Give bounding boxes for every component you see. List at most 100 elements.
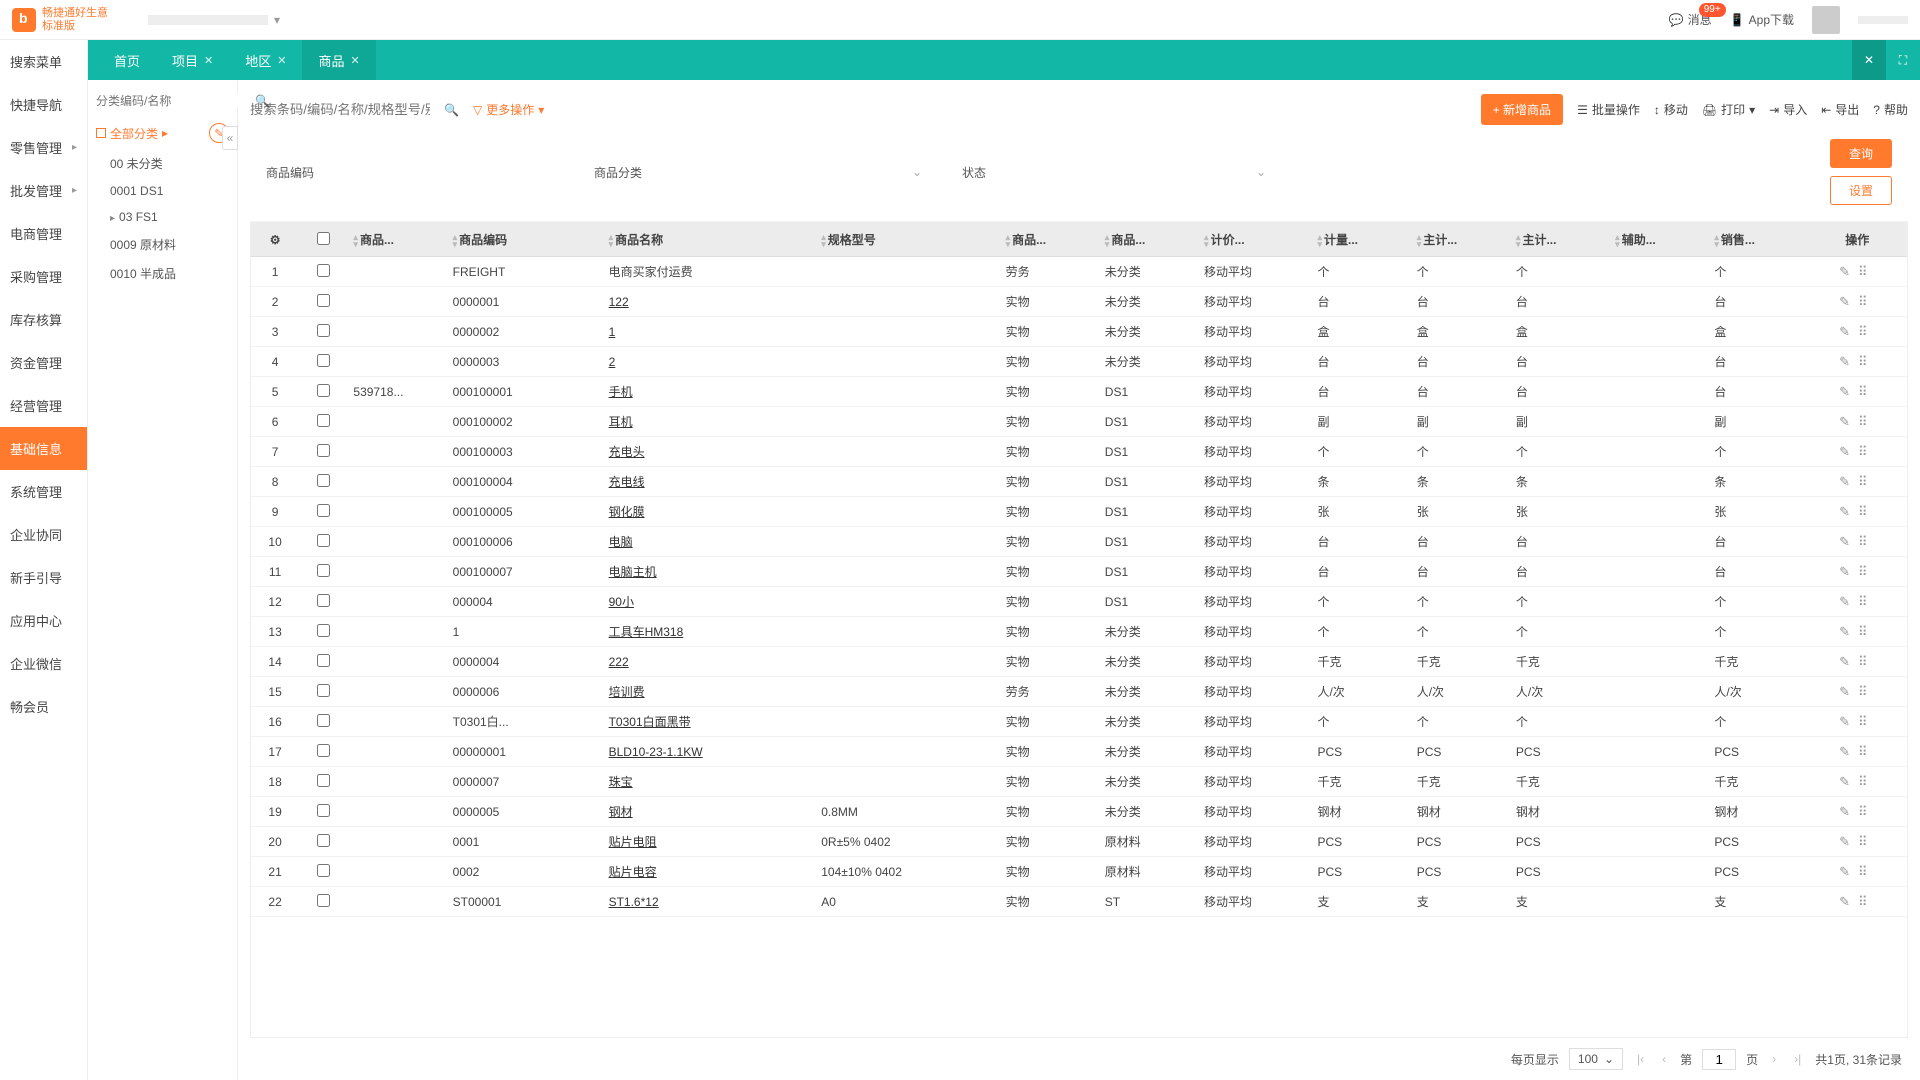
sidebar-item[interactable]: 企业微信 — [0, 642, 87, 685]
row-checkbox[interactable] — [317, 714, 330, 727]
sidebar-item[interactable]: 畅会员 — [0, 685, 87, 728]
filter-status-select[interactable]: ⌄ — [1006, 161, 1266, 184]
query-button[interactable]: 查询 — [1830, 139, 1892, 168]
row-checkbox[interactable] — [317, 264, 330, 277]
workspace-tab[interactable]: 地区✕ — [229, 40, 302, 80]
col-spec[interactable]: ▴▾规格型号 — [815, 223, 999, 257]
last-page-button[interactable]: ›| — [1790, 1052, 1805, 1066]
row-checkbox[interactable] — [317, 774, 330, 787]
workspace-tab[interactable]: 项目✕ — [156, 40, 229, 80]
more-icon[interactable]: ⠿ — [1858, 594, 1868, 609]
tab-fullscreen-button[interactable]: ⛶ — [1886, 40, 1920, 80]
more-icon[interactable]: ⠿ — [1858, 714, 1868, 729]
row-checkbox[interactable] — [317, 354, 330, 367]
sidebar-item[interactable]: 新手引导 — [0, 556, 87, 599]
more-icon[interactable]: ⠿ — [1858, 474, 1868, 489]
page-size-select[interactable]: 100⌄ — [1569, 1048, 1623, 1070]
product-name-link[interactable]: 珠宝 — [609, 775, 633, 789]
more-icon[interactable]: ⠿ — [1858, 684, 1868, 699]
col-sale[interactable]: ▴▾销售... — [1708, 223, 1807, 257]
edit-icon[interactable]: ✎ — [1839, 504, 1850, 519]
product-name-link[interactable]: 工具车HM318 — [609, 625, 684, 639]
product-name-link[interactable]: ST1.6*12 — [609, 895, 659, 909]
col-prop2[interactable]: ▴▾商品... — [1099, 223, 1198, 257]
row-checkbox[interactable] — [317, 654, 330, 667]
user-avatar[interactable] — [1812, 6, 1840, 34]
export-button[interactable]: ⇤导出 — [1821, 101, 1859, 118]
category-tree-item[interactable]: 03 FS1 — [94, 204, 231, 230]
edit-icon[interactable]: ✎ — [1839, 264, 1850, 279]
product-name-link[interactable]: 122 — [609, 295, 629, 309]
product-name-link[interactable]: T0301白面黑带 — [609, 715, 691, 729]
product-name-link[interactable]: 电脑主机 — [609, 565, 657, 579]
tab-close-button[interactable]: ✕ — [1852, 40, 1886, 80]
edit-icon[interactable]: ✎ — [1839, 324, 1850, 339]
sidebar-item[interactable]: 快捷导航 — [0, 83, 87, 126]
filter-settings-button[interactable]: 设置 — [1830, 176, 1892, 205]
sidebar-item[interactable]: 资金管理 — [0, 341, 87, 384]
add-product-button[interactable]: + 新增商品 — [1481, 94, 1563, 125]
col-prop1[interactable]: ▴▾商品... — [1000, 223, 1099, 257]
col-meas[interactable]: ▴▾计量... — [1311, 223, 1410, 257]
row-checkbox[interactable] — [317, 294, 330, 307]
product-name-link[interactable]: 耳机 — [609, 415, 633, 429]
edit-icon[interactable]: ✎ — [1839, 714, 1850, 729]
more-filters-toggle[interactable]: ▽ 更多操作 ▾ — [473, 101, 544, 118]
edit-icon[interactable]: ✎ — [1839, 834, 1850, 849]
sidebar-item[interactable]: 批发管理▸ — [0, 169, 87, 212]
select-all-checkbox[interactable] — [317, 232, 330, 245]
edit-icon[interactable]: ✎ — [1839, 894, 1850, 909]
search-icon[interactable]: 🔍 — [255, 94, 270, 108]
sidebar-item[interactable]: 电商管理 — [0, 212, 87, 255]
edit-icon[interactable]: ✎ — [1839, 684, 1850, 699]
all-categories-link[interactable]: 全部分类 — [110, 125, 158, 142]
edit-icon[interactable]: ✎ — [1839, 624, 1850, 639]
help-button[interactable]: ?帮助 — [1873, 101, 1908, 118]
product-name-link[interactable]: 手机 — [609, 385, 633, 399]
row-checkbox[interactable] — [317, 414, 330, 427]
product-name-link[interactable]: 222 — [609, 655, 629, 669]
sidebar-item[interactable]: 库存核算 — [0, 298, 87, 341]
row-checkbox[interactable] — [317, 624, 330, 637]
col-u2[interactable]: ▴▾主计... — [1510, 223, 1609, 257]
org-selector[interactable]: ▾ — [148, 13, 280, 27]
row-checkbox[interactable] — [317, 804, 330, 817]
panel-collapse-button[interactable]: « — [222, 126, 238, 150]
row-checkbox[interactable] — [317, 564, 330, 577]
more-icon[interactable]: ⠿ — [1858, 564, 1868, 579]
close-icon[interactable]: ✕ — [351, 54, 360, 67]
edit-icon[interactable]: ✎ — [1839, 444, 1850, 459]
close-icon[interactable]: ✕ — [204, 54, 213, 67]
edit-icon[interactable]: ✎ — [1839, 864, 1850, 879]
print-button[interactable]: 🖨打印▾ — [1702, 101, 1755, 118]
sidebar-item[interactable]: 系统管理 — [0, 470, 87, 513]
messages-link[interactable]: 💬 消息 99+ — [1669, 11, 1712, 28]
first-page-button[interactable]: |‹ — [1633, 1052, 1648, 1066]
sidebar-item[interactable]: 基础信息 — [0, 427, 87, 470]
next-page-button[interactable]: › — [1768, 1052, 1780, 1066]
edit-icon[interactable]: ✎ — [1839, 654, 1850, 669]
edit-icon[interactable]: ✎ — [1839, 804, 1850, 819]
product-name-link[interactable]: 充电线 — [609, 475, 645, 489]
product-name-link[interactable]: 充电头 — [609, 445, 645, 459]
product-name-link[interactable]: 90小 — [609, 595, 634, 609]
sidebar-item[interactable]: 搜索菜单 — [0, 40, 87, 83]
batch-ops-button[interactable]: ☰批量操作 — [1577, 101, 1640, 118]
category-search-input[interactable] — [96, 94, 251, 108]
col-name[interactable]: ▴▾商品名称 — [603, 223, 816, 257]
more-icon[interactable]: ⠿ — [1858, 834, 1868, 849]
sidebar-item[interactable]: 经营管理 — [0, 384, 87, 427]
row-checkbox[interactable] — [317, 384, 330, 397]
more-icon[interactable]: ⠿ — [1858, 384, 1868, 399]
more-icon[interactable]: ⠿ — [1858, 264, 1868, 279]
row-checkbox[interactable] — [317, 684, 330, 697]
edit-icon[interactable]: ✎ — [1839, 564, 1850, 579]
row-checkbox[interactable] — [317, 894, 330, 907]
edit-icon[interactable]: ✎ — [1839, 294, 1850, 309]
more-icon[interactable]: ⠿ — [1858, 624, 1868, 639]
category-tree-item[interactable]: 0001 DS1 — [94, 178, 231, 204]
edit-icon[interactable]: ✎ — [1839, 594, 1850, 609]
row-checkbox[interactable] — [317, 474, 330, 487]
app-download-link[interactable]: 📱 App下载 — [1730, 11, 1794, 28]
workspace-tab[interactable]: 首页 — [98, 40, 156, 80]
